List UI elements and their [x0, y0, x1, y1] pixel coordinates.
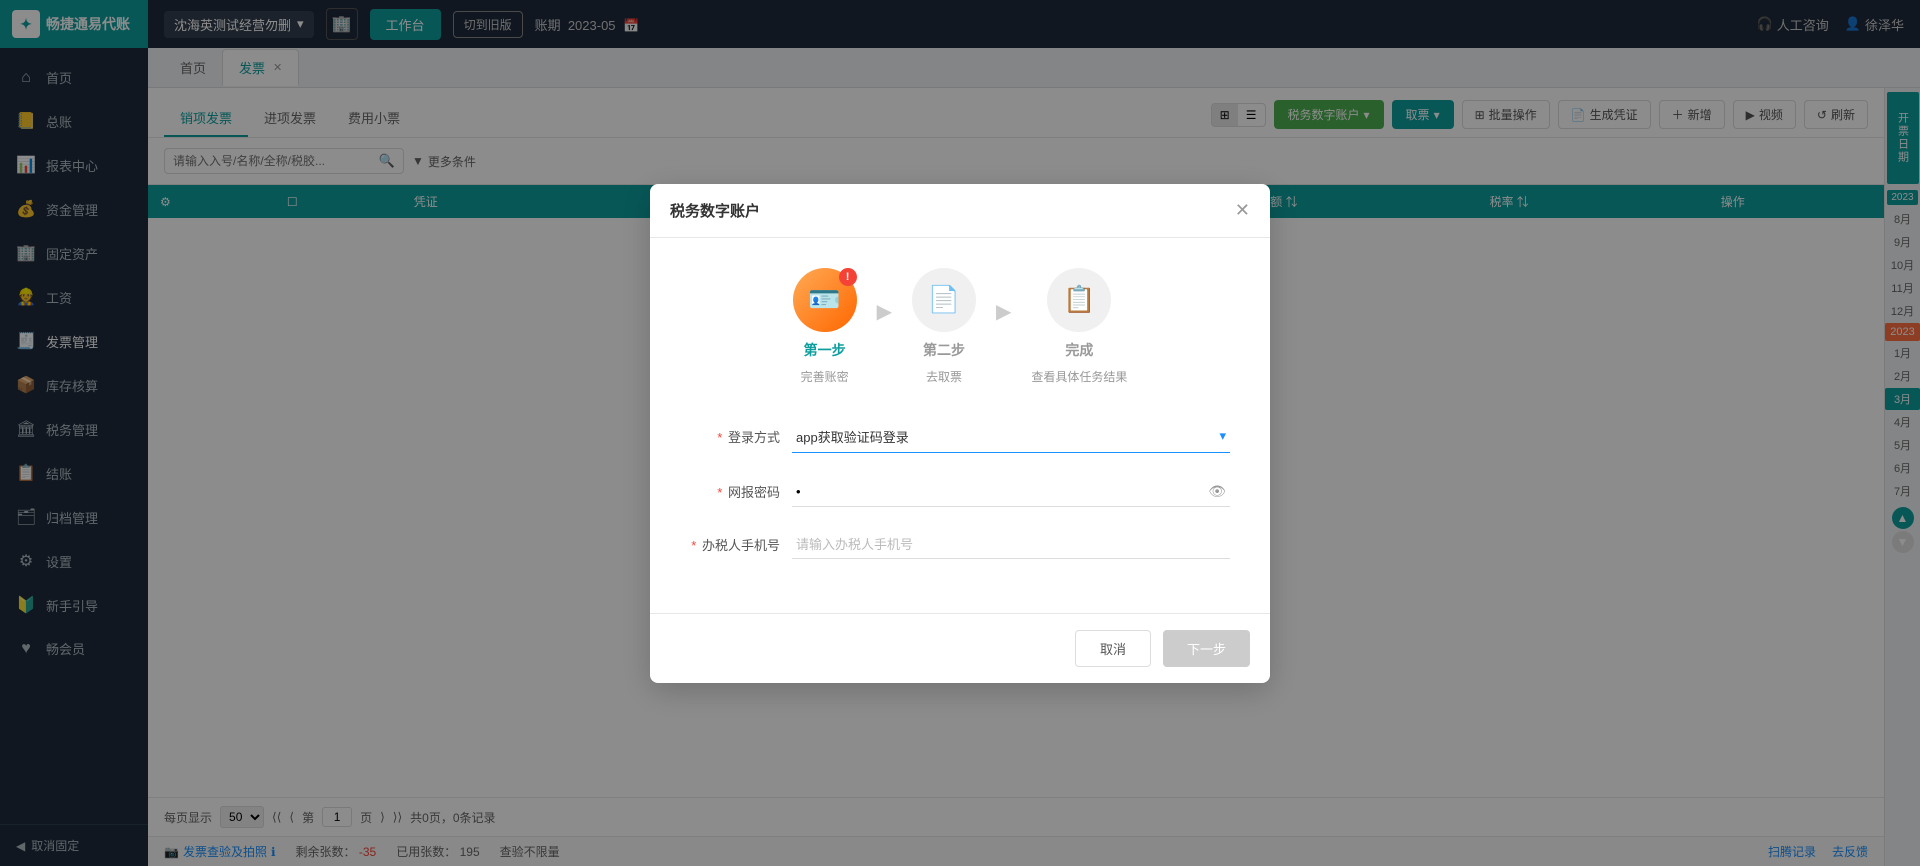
- step-1-sublabel: 完善账密: [801, 368, 849, 385]
- phone-label-wrap: * 办税人手机号: [690, 535, 780, 554]
- password-input-wrap: 👁: [792, 477, 1230, 507]
- step-arrow-1: ▶: [877, 299, 892, 324]
- step-arrow-2: ▶: [996, 299, 1011, 324]
- step-1-label: 第一步: [804, 340, 846, 360]
- step-2-label: 第二步: [923, 340, 965, 360]
- modal-header: 税务数字账户 ✕: [650, 184, 1270, 238]
- step-1: 🪪 ! 第一步 完善账密: [793, 268, 857, 385]
- steps-indicator: 🪪 ! 第一步 完善账密 ▶ 📄 第二步 去取票 ▶: [690, 268, 1230, 385]
- id-card-icon: 🪪: [808, 284, 840, 315]
- login-method-label-wrap: * 登录方式: [690, 427, 780, 446]
- cancel-button[interactable]: 取消: [1075, 630, 1151, 667]
- step-3-label: 完成: [1065, 340, 1093, 360]
- step-1-icon: 🪪 !: [793, 268, 857, 332]
- tax-digital-modal: 税务数字账户 ✕ 🪪 ! 第一步 完善账密 ▶: [650, 184, 1270, 683]
- modal-body: 🪪 ! 第一步 完善账密 ▶ 📄 第二步 去取票 ▶: [650, 238, 1270, 613]
- step-2-icon: 📄: [912, 268, 976, 332]
- step-3-icon: 📋: [1047, 268, 1111, 332]
- eye-icon[interactable]: 👁: [1208, 483, 1226, 500]
- select-dropdown-icon: ▾: [1219, 428, 1226, 444]
- modal-close-button[interactable]: ✕: [1235, 200, 1250, 221]
- next-button[interactable]: 下一步: [1163, 630, 1250, 667]
- step-error-badge: !: [839, 268, 857, 286]
- clipboard-icon: 📋: [1063, 284, 1095, 315]
- login-method-field: * 登录方式 app获取验证码登录 ▾: [690, 421, 1230, 453]
- step-3-sublabel: 查看具体任务结果: [1031, 368, 1127, 385]
- modal-title: 税务数字账户: [670, 200, 760, 221]
- phone-field: * 办税人手机号: [690, 531, 1230, 559]
- document-icon: 📄: [928, 284, 960, 315]
- phone-input[interactable]: [792, 531, 1230, 559]
- password-field: * 网报密码 👁: [690, 477, 1230, 507]
- step-3: 📋 完成 查看具体任务结果: [1031, 268, 1127, 385]
- login-method-select[interactable]: app获取验证码登录 ▾: [792, 421, 1230, 453]
- password-input[interactable]: [796, 484, 1208, 499]
- modal-footer: 取消 下一步: [650, 613, 1270, 683]
- step-2: 📄 第二步 去取票: [912, 268, 976, 385]
- step-2-sublabel: 去取票: [926, 368, 962, 385]
- password-label-wrap: * 网报密码: [690, 482, 780, 501]
- modal-overlay[interactable]: 税务数字账户 ✕ 🪪 ! 第一步 完善账密 ▶: [0, 0, 1920, 866]
